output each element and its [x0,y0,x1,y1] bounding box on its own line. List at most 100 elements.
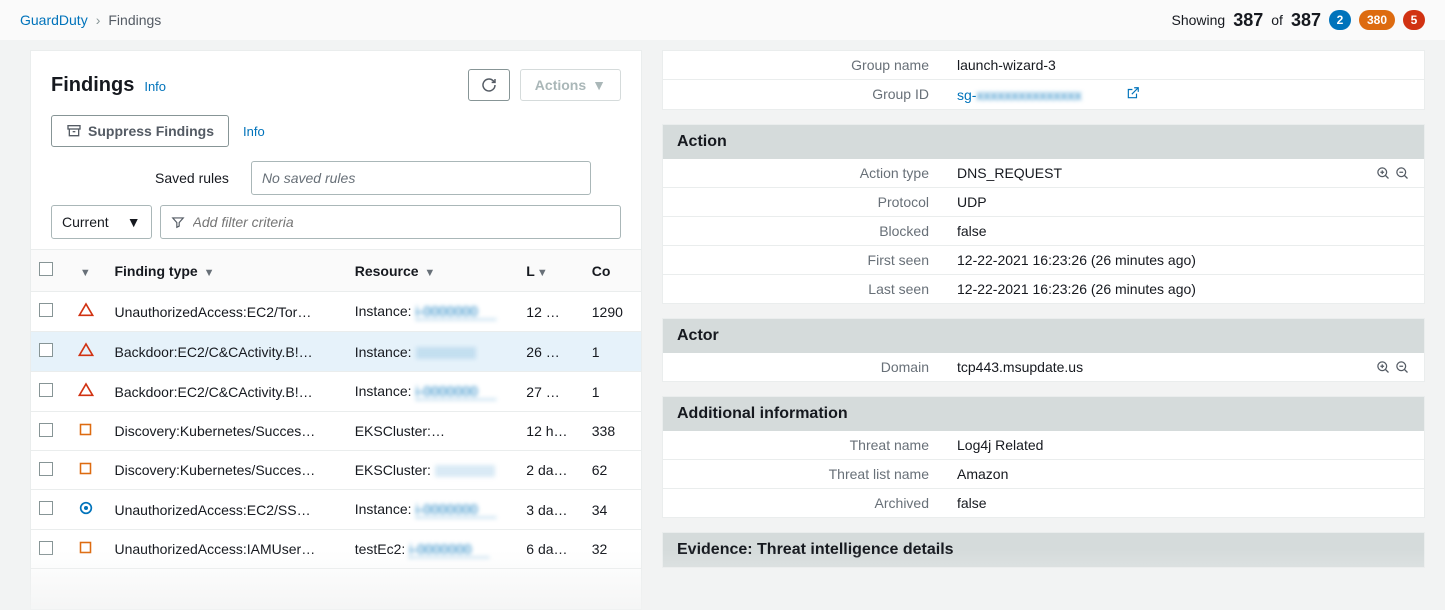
resource-cell: Instance:i-0000000 [347,292,519,332]
zoom-controls[interactable] [1376,360,1410,375]
zoom-in-icon[interactable] [1376,166,1391,181]
count-cell: 1290 [584,292,641,332]
col-resource[interactable]: Resource [355,263,419,279]
showing-count: 387 [1233,10,1263,31]
resource-link[interactable]: i-0000000 [416,501,496,518]
severity-high-icon [78,342,94,358]
row-checkbox[interactable] [39,501,53,515]
resource-cell: Instance:i-0000000 [347,372,519,412]
suppress-findings-button[interactable]: Suppress Findings [51,115,229,147]
first-seen-value: 12-22-2021 16:23:26 (26 minutes ago) [957,252,1196,268]
showing-summary: Showing 387 of 387 2 380 5 [1172,10,1425,31]
group-name-value: launch-wizard-3 [957,57,1056,73]
additional-header: Additional information [663,397,1424,431]
breadcrumb-root[interactable]: GuardDuty [20,12,88,28]
resource-cell: Instance: [347,332,519,372]
time-range-select[interactable]: Current ▼ [51,205,152,239]
zoom-out-icon[interactable] [1395,166,1410,181]
table-row[interactable]: Discovery:Kubernetes/Succes…EKSCluster:i… [31,412,641,451]
saved-rules-select[interactable]: No saved rules [251,161,591,195]
table-row[interactable]: Discovery:Kubernetes/Succes…EKSCluster:2… [31,451,641,490]
showing-total: 387 [1291,10,1321,31]
findings-table-wrap[interactable]: ▼ Finding type ▼ Resource ▼ L▼ Co Unauth… [31,249,641,609]
action-type-value: DNS_REQUEST [957,165,1062,181]
count-cell: 338 [584,412,641,451]
caret-down-icon: ▼ [592,77,606,93]
blocked-label: Blocked [663,217,943,245]
severity-medium-icon [78,461,93,476]
group-section: Group name launch-wizard-3 Group ID sg-x… [662,50,1425,110]
resource-link[interactable]: i-0000000 [409,541,489,558]
actions-button[interactable]: Actions ▼ [520,69,621,101]
finding-type-cell: Backdoor:EC2/C&CActivity.B!… [106,332,346,372]
finding-type-cell: Discovery:Kubernetes/Succes… [106,451,346,490]
table-row[interactable]: UnauthorizedAccess:EC2/Tor…Instance:i-00… [31,292,641,332]
row-checkbox[interactable] [39,343,53,357]
breadcrumb-current: Findings [108,12,161,28]
caret-down-icon: ▼ [424,267,435,279]
actions-label: Actions [535,77,586,93]
action-header: Action [663,125,1424,159]
findings-table: ▼ Finding type ▼ Resource ▼ L▼ Co Unauth… [31,250,641,569]
group-id-link[interactable]: sg-xxxxxxxxxxxxxxx [957,86,1140,103]
actor-domain-value: tcp443.msupdate.us [957,359,1083,375]
count-cell: 1 [584,332,641,372]
row-checkbox[interactable] [39,383,53,397]
actor-domain-label: Domain [663,353,943,381]
badge-low-count[interactable]: 2 [1329,10,1351,30]
last-seen-value: 12-22-2021 16:23:26 (26 minutes ago) [957,281,1196,297]
action-section: Action Action type DNS_REQUEST ProtocolU… [662,124,1425,304]
refresh-button[interactable] [468,69,510,101]
col-finding-type[interactable]: Finding type [114,263,197,279]
count-cell: 1 [584,372,641,412]
zoom-out-icon[interactable] [1395,360,1410,375]
zoom-in-icon[interactable] [1376,360,1391,375]
resource-link-hidden [435,465,495,477]
last-seen-label: Last seen [663,275,943,303]
suppress-info-link[interactable]: Info [243,124,265,139]
archive-icon [66,123,82,139]
resource-link[interactable]: i-0000000 [435,423,515,440]
archived-value: false [957,495,987,511]
row-checkbox[interactable] [39,462,53,476]
caret-down-icon: ▼ [537,267,548,279]
table-row[interactable]: UnauthorizedAccess:EC2/SS…Instance:i-000… [31,490,641,530]
info-link[interactable]: Info [144,79,166,94]
table-row[interactable]: Backdoor:EC2/C&CActivity.B!…Instance:26 … [31,332,641,372]
refresh-icon [481,77,497,93]
findings-panel: Findings Info Actions ▼ Suppress Findi [30,50,642,610]
resource-link[interactable]: i-0000000 [416,303,496,320]
row-checkbox[interactable] [39,423,53,437]
zoom-controls[interactable] [1376,166,1410,181]
caret-down-icon: ▼ [204,267,215,279]
showing-of: of [1271,12,1283,28]
last-seen-cell: 12 h… [518,412,583,451]
threat-list-value: Amazon [957,466,1008,482]
time-range-label: Current [62,214,109,230]
evidence-section: Evidence: Threat intelligence details [662,532,1425,568]
badge-medium-count[interactable]: 380 [1359,10,1395,30]
badge-high-count[interactable]: 5 [1403,10,1425,30]
table-row[interactable]: Backdoor:EC2/C&CActivity.B!…Instance:i-0… [31,372,641,412]
row-checkbox[interactable] [39,541,53,555]
finding-type-cell: UnauthorizedAccess:IAMUser… [106,530,346,569]
finding-type-cell: Discovery:Kubernetes/Succes… [106,412,346,451]
sort-severity[interactable]: ▼ [80,267,91,279]
detail-panel[interactable]: Group name launch-wizard-3 Group ID sg-x… [662,50,1433,610]
col-last-seen[interactable]: L [526,263,535,279]
filter-input-wrap[interactable] [160,205,621,239]
select-all-checkbox[interactable] [39,262,53,276]
topbar: GuardDuty › Findings Showing 387 of 387 … [0,0,1445,40]
filter-input[interactable] [193,214,610,230]
blocked-value: false [957,223,987,239]
row-checkbox[interactable] [39,303,53,317]
col-count[interactable]: Co [592,263,611,279]
chevron-right-icon: › [96,12,101,28]
resource-link[interactable]: i-0000000 [416,383,496,400]
threat-name-label: Threat name [663,431,943,459]
table-row[interactable]: UnauthorizedAccess:IAMUser…testEc2:i-000… [31,530,641,569]
showing-prefix: Showing [1172,12,1226,28]
action-type-label: Action type [663,159,943,187]
saved-rules-placeholder: No saved rules [262,170,355,186]
evidence-header: Evidence: Threat intelligence details [663,533,1424,567]
